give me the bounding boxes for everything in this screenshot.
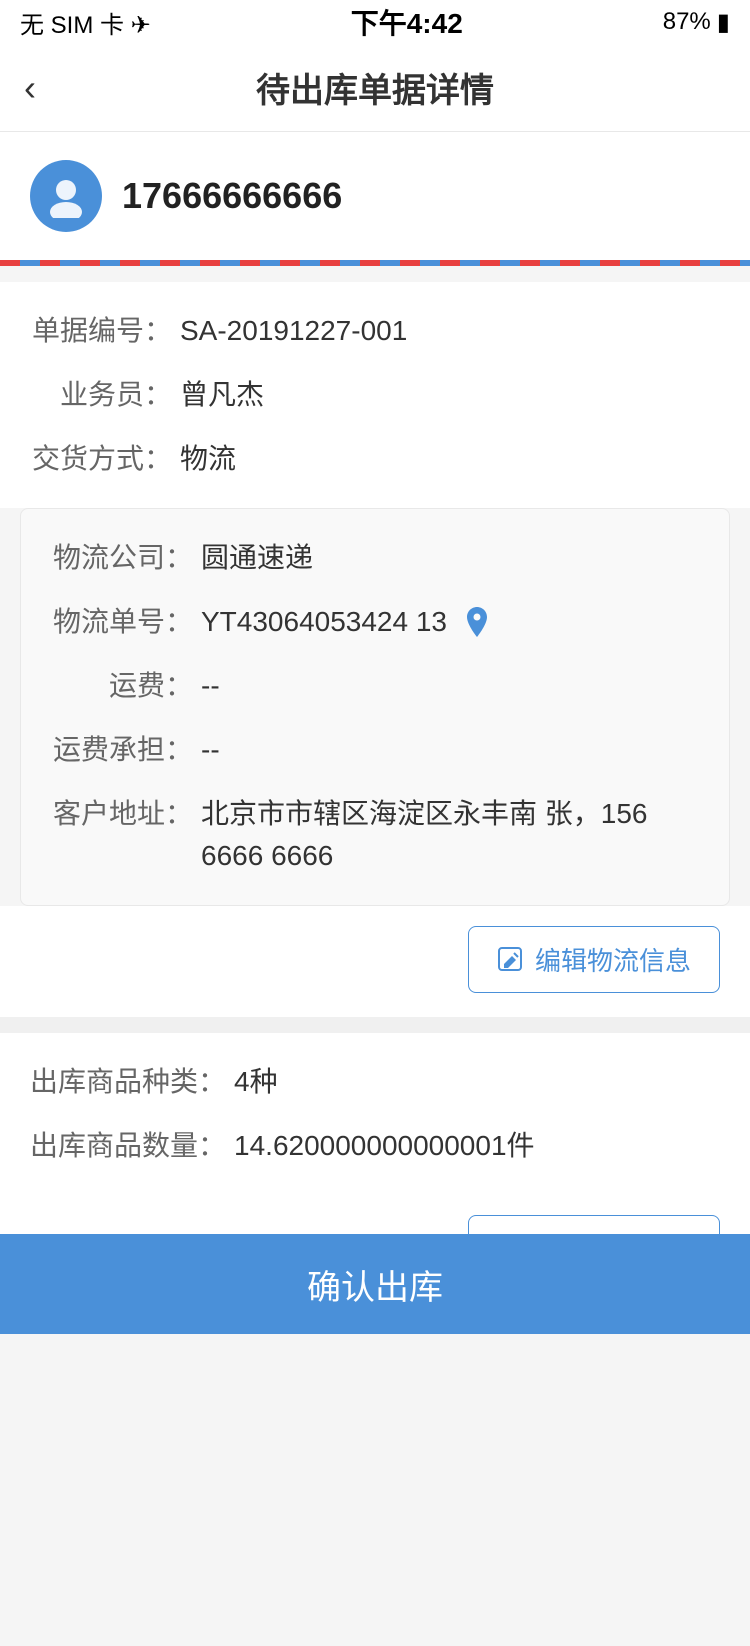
section-divider [0,1017,750,1033]
freight-value: -- [201,665,699,707]
tracking-number-label: 物流单号： [51,601,201,643]
item-quantity-value: 14.620000000000001件 [234,1125,720,1167]
freight-row: 运费： -- [51,665,699,707]
document-number-value: SA-20191227-001 [180,310,720,352]
item-quantity-row: 出库商品数量： 14.620000000000001件 [30,1125,720,1167]
confirm-button-label: 确认出库 [307,1260,443,1309]
back-button[interactable]: ‹ [24,67,36,109]
location-icon [459,604,495,640]
edit-logistics-button[interactable]: 编辑物流信息 [468,926,720,993]
sim-status: 无 SIM 卡 ✈ [20,5,151,40]
salesperson-value: 曾凡杰 [180,374,720,416]
confirm-bar[interactable]: 确认出库 [0,1234,750,1334]
order-info-section: 单据编号： SA-20191227-001 业务员： 曾凡杰 交货方式： 物流 [0,282,750,508]
dashed-divider [0,260,750,266]
salesperson-label: 业务员： [30,374,180,416]
freight-label: 运费： [51,665,201,707]
status-time: 下午4:42 [351,2,463,42]
logistics-company-row: 物流公司： 圆通速递 [51,537,699,579]
logistics-section: 物流公司： 圆通速递 物流单号： YT43064053424 13 运费： --… [20,508,730,906]
item-types-row: 出库商品种类： 4种 [30,1061,720,1103]
tracking-number-value: YT43064053424 13 [201,601,699,643]
page-content: 17666666666 单据编号： SA-20191227-001 业务员： 曾… [0,132,750,1646]
address-label: 客户地址： [51,793,201,835]
battery-level: 87% [663,8,711,36]
logistics-company-label: 物流公司： [51,537,201,579]
item-types-value: 4种 [234,1061,720,1103]
user-phone: 17666666666 [122,175,342,217]
logistics-company-value: 圆通速递 [201,537,699,579]
edit-icon [497,946,525,974]
item-types-label: 出库商品种类： [30,1061,234,1103]
edit-logistics-area: 编辑物流信息 [0,906,750,1017]
item-quantity-label: 出库商品数量： [30,1125,234,1167]
freight-bearer-row: 运费承担： -- [51,729,699,771]
user-header: 17666666666 [0,132,750,260]
delivery-method-value: 物流 [180,438,720,480]
page-title: 待出库单据详情 [256,63,494,112]
tracking-number-row: 物流单号： YT43064053424 13 [51,601,699,643]
document-number-row: 单据编号： SA-20191227-001 [30,310,720,352]
salesperson-row: 业务员： 曾凡杰 [30,374,720,416]
empty-area [0,1306,750,1506]
delivery-method-label: 交货方式： [30,438,180,480]
nav-bar: ‹ 待出库单据详情 [0,44,750,132]
address-value: 北京市市辖区海淀区永丰南 张，156 6666 6666 [201,793,699,877]
outbound-stats-section: 出库商品种类： 4种 出库商品数量： 14.620000000000001件 [0,1033,750,1195]
address-row: 客户地址： 北京市市辖区海淀区永丰南 张，156 6666 6666 [51,793,699,877]
delivery-method-row: 交货方式： 物流 [30,438,720,480]
avatar [30,160,102,232]
status-left: 无 SIM 卡 ✈ [20,5,151,40]
status-right: 87% ▮ [663,8,730,37]
document-number-label: 单据编号： [30,310,180,352]
freight-bearer-value: -- [201,729,699,771]
battery-icon: ▮ [717,8,730,37]
status-bar: 无 SIM 卡 ✈ 下午4:42 87% ▮ [0,0,750,44]
freight-bearer-label: 运费承担： [51,729,201,771]
